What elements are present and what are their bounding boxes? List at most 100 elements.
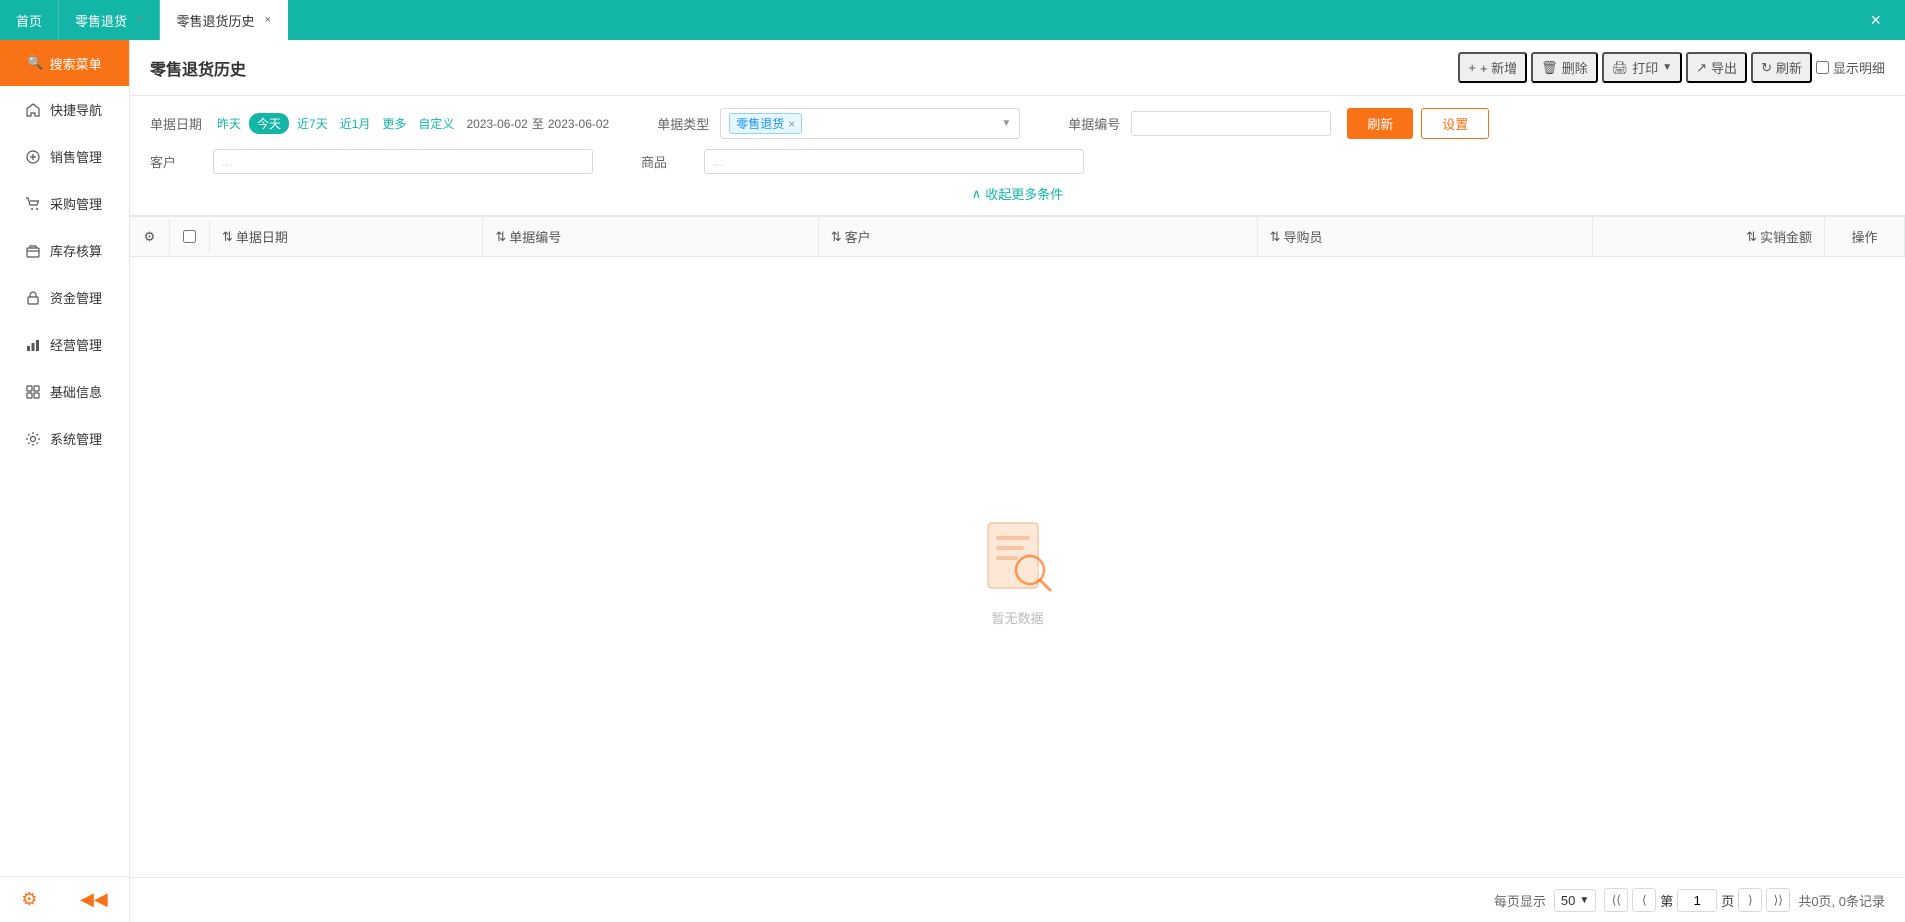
show-detail-label: 显示明细	[1833, 58, 1885, 77]
delete-button[interactable]: 🗑 删除	[1531, 52, 1598, 83]
sidebar-item-quick-nav-label: 快捷导航	[50, 100, 102, 119]
show-detail-checkbox[interactable]	[1816, 61, 1829, 74]
collapse-button[interactable]: ∧ 收起更多条件	[150, 184, 1885, 203]
settings-icon	[24, 430, 42, 448]
doc-no-input[interactable]	[1131, 111, 1331, 136]
add-icon: +	[1468, 60, 1476, 75]
chart-icon	[24, 336, 42, 354]
tab-retail-return-history-close[interactable]: ×	[264, 14, 270, 26]
export-button[interactable]: ↗ 导出	[1686, 52, 1747, 83]
volume-icon[interactable]: ◀◀	[80, 889, 108, 910]
sidebar-item-inventory[interactable]: 库存核算	[0, 227, 129, 274]
date-shortcut-more[interactable]: 更多	[378, 113, 410, 134]
pagination: 每页显示 50 ▼ ⟨⟨ ⟨ 第 页 ⟩ ⟩⟩ 共0页, 0条记录	[130, 877, 1905, 922]
sort-no-icon: ⇅	[495, 229, 506, 245]
date-shortcut-1month[interactable]: 近1月	[336, 113, 375, 134]
sidebar-item-finance[interactable]: 资金管理	[0, 274, 129, 321]
table-header: ⚙ ⇅ 单据日期 ⇅ 单据编号 ⇅ 客户 ⇅	[130, 216, 1905, 257]
sidebar-search-label: 搜索菜单	[50, 54, 102, 73]
page-next-button[interactable]: ⟩	[1738, 888, 1762, 912]
query-button[interactable]: 刷新	[1347, 108, 1413, 139]
sidebar-item-purchase-mgmt-label: 采购管理	[50, 194, 102, 213]
tab-retail-return-close[interactable]: ×	[137, 14, 143, 26]
date-from: 2023-06-02	[466, 117, 527, 131]
doc-type-select[interactable]: 零售退货 × ▼	[720, 108, 1020, 139]
empty-text: 暂无数据	[991, 608, 1043, 627]
date-range: 2023-06-02 至 2023-06-02	[466, 115, 609, 132]
gear-bottom-icon[interactable]: ⚙	[21, 889, 37, 910]
empty-state: 暂无数据	[130, 257, 1905, 877]
collapse-arrow-icon: ∧	[972, 186, 982, 202]
page-size-label: 每页显示	[1494, 891, 1546, 910]
doc-type-tag-label: 零售退货	[736, 115, 784, 132]
table-area: ⚙ ⇅ 单据日期 ⇅ 单据编号 ⇅ 客户 ⇅	[130, 216, 1905, 877]
page-prev-button[interactable]: ⟨	[1632, 888, 1656, 912]
date-filter-label: 单据日期	[150, 114, 205, 133]
th-date[interactable]: ⇅ 单据日期	[210, 217, 483, 256]
sidebar-item-basic-info[interactable]: 基础信息	[0, 368, 129, 415]
date-shortcut-7days[interactable]: 近7天	[293, 113, 332, 134]
tab-retail-return[interactable]: 零售退货 ×	[59, 0, 160, 40]
sidebar-item-business-mgmt-label: 经营管理	[50, 335, 102, 354]
sidebar-item-quick-nav[interactable]: 快捷导航	[0, 86, 129, 133]
page-size-value: 50	[1561, 893, 1575, 908]
sort-amount-icon: ⇅	[1746, 229, 1757, 245]
settings-col-icon: ⚙	[144, 229, 156, 245]
date-shortcut-yesterday[interactable]: 昨天	[213, 113, 245, 134]
empty-illustration	[968, 508, 1068, 608]
sidebar-item-purchase-mgmt[interactable]: 采购管理	[0, 180, 129, 227]
filter-row-2: 客户 ... 商品 ...	[150, 149, 1885, 174]
search-icon: 🔍	[27, 55, 43, 71]
lock-icon	[24, 289, 42, 307]
refresh-icon: ↻	[1761, 60, 1772, 76]
top-bar: 首页 零售退货 × 零售退货历史 × ×	[0, 0, 1905, 40]
sidebar-item-sales-mgmt-label: 销售管理	[50, 147, 102, 166]
box-icon	[24, 242, 42, 260]
tab-home[interactable]: 首页	[0, 0, 59, 40]
sidebar: 🔍 搜索菜单 快捷导航 销售管理 采购管理 库存核算	[0, 40, 130, 922]
th-action-label: 操作	[1851, 227, 1877, 246]
doc-no-label: 单据编号	[1068, 114, 1123, 133]
goods-input[interactable]: ...	[704, 149, 1084, 174]
delete-label: 删除	[1562, 58, 1588, 77]
sidebar-item-inventory-label: 库存核算	[50, 241, 102, 260]
tab-retail-return-history[interactable]: 零售退货历史 ×	[160, 0, 287, 40]
add-button[interactable]: + + 新增	[1458, 52, 1527, 83]
sidebar-search[interactable]: 🔍 搜索菜单	[0, 40, 129, 86]
page-header: 零售退货历史 + + 新增 🗑 删除 🖨 打印 ▼ ↗ 导出	[130, 40, 1905, 96]
settings-button[interactable]: 设置	[1421, 108, 1489, 139]
doc-type-tag-close[interactable]: ×	[788, 117, 795, 131]
cart-icon	[24, 195, 42, 213]
filter-row-1: 单据日期 昨天 今天 近7天 近1月 更多 自定义 2023-06-02 至 2…	[150, 108, 1885, 139]
sidebar-item-business-mgmt[interactable]: 经营管理	[0, 321, 129, 368]
content-area: 零售退货历史 + + 新增 🗑 删除 🖨 打印 ▼ ↗ 导出	[130, 40, 1905, 922]
th-check[interactable]	[170, 220, 210, 253]
page-number-input[interactable]	[1677, 889, 1717, 912]
th-settings[interactable]: ⚙	[130, 219, 170, 255]
date-shortcut-custom[interactable]: 自定义	[414, 113, 458, 134]
window-close-button[interactable]: ×	[1862, 10, 1889, 31]
refresh-button[interactable]: ↻ 刷新	[1751, 52, 1812, 83]
print-label: 打印	[1632, 58, 1658, 77]
grid-icon	[24, 383, 42, 401]
export-label: 导出	[1711, 58, 1737, 77]
delete-icon: 🗑	[1541, 60, 1558, 76]
page-first-button[interactable]: ⟨⟨	[1604, 888, 1628, 912]
sidebar-item-sales-mgmt[interactable]: 销售管理	[0, 133, 129, 180]
print-button[interactable]: 🖨 打印 ▼	[1602, 52, 1682, 83]
select-all-checkbox[interactable]	[183, 230, 196, 243]
th-amount[interactable]: ⇅ 实销金额	[1593, 217, 1825, 256]
date-shortcut-today[interactable]: 今天	[249, 113, 289, 134]
th-customer[interactable]: ⇅ 客户	[819, 217, 1258, 256]
th-date-label: 单据日期	[236, 227, 288, 246]
customer-input[interactable]: ...	[213, 149, 593, 174]
sidebar-item-system-mgmt[interactable]: 系统管理	[0, 415, 129, 462]
top-bar-right: ×	[1862, 10, 1905, 31]
th-guide[interactable]: ⇅ 导购员	[1258, 217, 1593, 256]
page-size-select[interactable]: 50 ▼	[1554, 889, 1596, 912]
collapse-label: 收起更多条件	[985, 184, 1063, 203]
doc-type-dropdown-arrow: ▼	[1001, 118, 1011, 129]
page-input-wrapper: 第 页	[1660, 889, 1734, 912]
page-last-button[interactable]: ⟩⟩	[1766, 888, 1790, 912]
th-no[interactable]: ⇅ 单据编号	[483, 217, 818, 256]
